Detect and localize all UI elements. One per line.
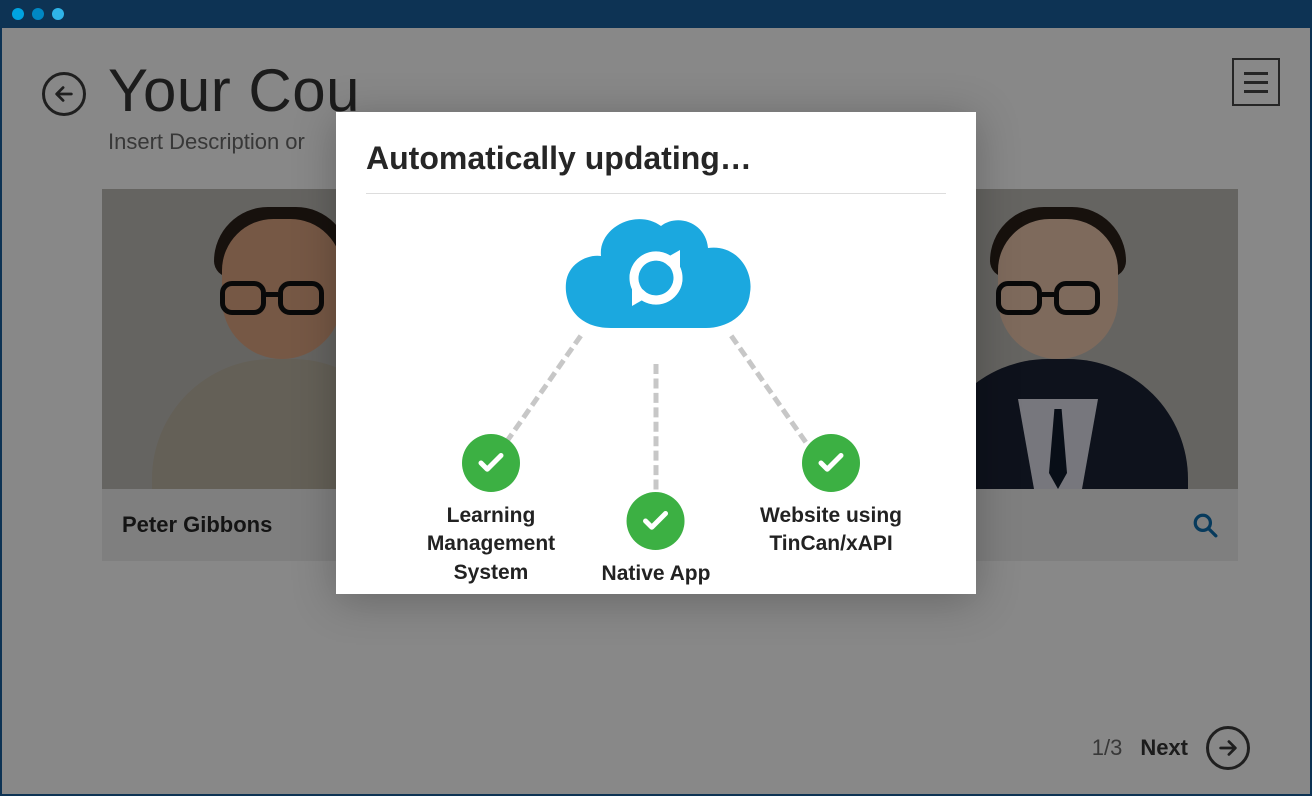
- sync-target-native-app: Native App: [602, 492, 711, 588]
- sync-target-xapi: Website using TinCan/xAPI: [741, 434, 921, 559]
- updating-modal: Automatically updating… Learning Mana: [336, 112, 976, 594]
- connector-line: [729, 334, 808, 443]
- sync-target-label: Native App: [602, 560, 711, 588]
- window-dot: [32, 8, 44, 20]
- window-dot: [52, 8, 64, 20]
- app-frame: Your Cou Insert Description or Peter Gib…: [0, 28, 1312, 796]
- modal-title: Automatically updating…: [366, 140, 946, 177]
- divider: [366, 193, 946, 194]
- cloud-sync-icon: [556, 208, 756, 348]
- connector-line: [654, 364, 659, 504]
- checkmark-icon: [802, 434, 860, 492]
- checkmark-icon: [462, 434, 520, 492]
- window-dot: [12, 8, 24, 20]
- checkmark-icon: [627, 492, 685, 550]
- connector-line: [504, 334, 583, 443]
- sync-target-label: Website using TinCan/xAPI: [741, 502, 921, 559]
- sync-diagram: Learning Management System Native App We…: [366, 214, 946, 554]
- sync-target-label: Learning Management System: [401, 502, 581, 587]
- sync-target-lms: Learning Management System: [401, 434, 581, 587]
- window-title-bar: [0, 0, 1312, 28]
